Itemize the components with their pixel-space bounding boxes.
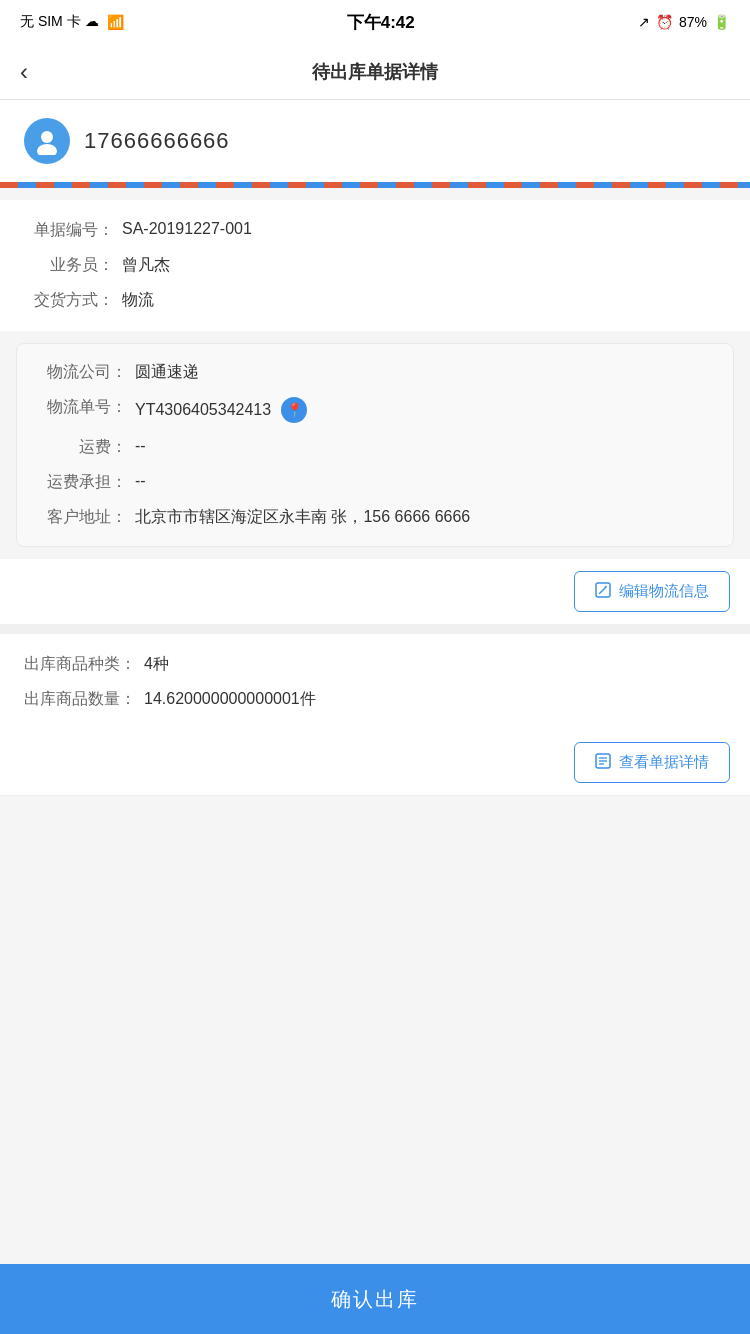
user-avatar	[24, 118, 70, 164]
location-status-icon: ↗	[638, 14, 650, 30]
battery-icon: 🔋	[713, 14, 730, 30]
edit-btn-container: 编辑物流信息	[0, 559, 750, 624]
address-row: 客户地址： 北京市市辖区海淀区永丰南 张，156 6666 6666	[37, 507, 713, 528]
logistics-tracking-row: 物流单号： YT43064053424​13 📍	[37, 397, 713, 423]
freight-label: 运费：	[37, 437, 127, 458]
address-value: 北京市市辖区海淀区永丰南 张，156 6666 6666	[135, 507, 713, 528]
dashed-separator	[0, 182, 750, 188]
confirm-button-label: 确认出库	[331, 1286, 419, 1313]
edit-logistics-button[interactable]: 编辑物流信息	[574, 571, 730, 612]
product-quantity-row: 出库商品数量： 14.620000000000001件	[24, 689, 726, 710]
order-number-value: SA-20191227-001	[122, 220, 726, 238]
view-btn-container: 查看单据详情	[0, 730, 750, 796]
edit-logistics-label: 编辑物流信息	[619, 582, 709, 601]
salesman-label: 业务员：	[24, 255, 114, 276]
freight-row: 运费： --	[37, 437, 713, 458]
user-icon	[33, 127, 61, 155]
delivery-label: 交货方式：	[24, 290, 114, 311]
user-phone: 17666666666	[84, 128, 230, 154]
back-button[interactable]: ‹	[20, 58, 28, 86]
product-quantity-value: 14.620000000000001件	[144, 689, 726, 710]
logistics-card: 物流公司： 圆通速递 物流单号： YT43064053424​13 📍 运费： …	[16, 343, 734, 547]
order-info-section: 单据编号： SA-20191227-001 业务员： 曾凡杰 交货方式： 物流	[0, 200, 750, 331]
tracking-number-text: YT43064053424​13	[135, 401, 271, 419]
content-spacer	[0, 796, 750, 996]
confirm-bar[interactable]: 确认出库	[0, 1264, 750, 1334]
address-label: 客户地址：	[37, 507, 127, 528]
freight-bear-row: 运费承担： --	[37, 472, 713, 493]
logistics-company-label: 物流公司：	[37, 362, 127, 383]
svg-point-1	[37, 144, 57, 155]
svg-point-0	[41, 131, 53, 143]
view-icon	[595, 753, 611, 772]
product-section: 出库商品种类： 4种 出库商品数量： 14.620000000000001件	[0, 634, 750, 730]
logistics-tracking-value: YT43064053424​13 📍	[135, 397, 713, 423]
delivery-value: 物流	[122, 290, 726, 311]
delivery-row: 交货方式： 物流	[24, 290, 726, 311]
tracking-location-icon[interactable]: 📍	[281, 397, 307, 423]
view-details-label: 查看单据详情	[619, 753, 709, 772]
battery-text: 87%	[679, 14, 707, 30]
view-details-button[interactable]: 查看单据详情	[574, 742, 730, 783]
section-divider	[0, 624, 750, 634]
alarm-icon: ⏰	[656, 14, 673, 30]
wifi-icon: 📶	[107, 14, 124, 30]
logistics-company-row: 物流公司： 圆通速递	[37, 362, 713, 383]
status-bar: 无 SIM 卡 ☁ 📶 下午4:42 ↗ ⏰ 87% 🔋	[0, 0, 750, 44]
sim-text: 无 SIM 卡 ☁	[20, 13, 99, 31]
freight-value: --	[135, 437, 713, 455]
product-types-label: 出库商品种类：	[24, 654, 136, 675]
user-section: 17666666666	[0, 100, 750, 182]
product-quantity-label: 出库商品数量：	[24, 689, 136, 710]
freight-bear-label: 运费承担：	[37, 472, 127, 493]
freight-bear-value: --	[135, 472, 713, 490]
product-types-value: 4种	[144, 654, 726, 675]
order-number-row: 单据编号： SA-20191227-001	[24, 220, 726, 241]
logistics-tracking-label: 物流单号：	[37, 397, 127, 418]
edit-icon	[595, 582, 611, 601]
status-left: 无 SIM 卡 ☁ 📶	[20, 13, 124, 31]
status-time: 下午4:42	[347, 11, 415, 34]
product-types-row: 出库商品种类： 4种	[24, 654, 726, 675]
status-right: ↗ ⏰ 87% 🔋	[638, 14, 730, 30]
salesman-value: 曾凡杰	[122, 255, 726, 276]
order-number-label: 单据编号：	[24, 220, 114, 241]
nav-bar: ‹ 待出库单据详情	[0, 44, 750, 100]
salesman-row: 业务员： 曾凡杰	[24, 255, 726, 276]
logistics-company-value: 圆通速递	[135, 362, 713, 383]
page-title: 待出库单据详情	[312, 60, 438, 84]
